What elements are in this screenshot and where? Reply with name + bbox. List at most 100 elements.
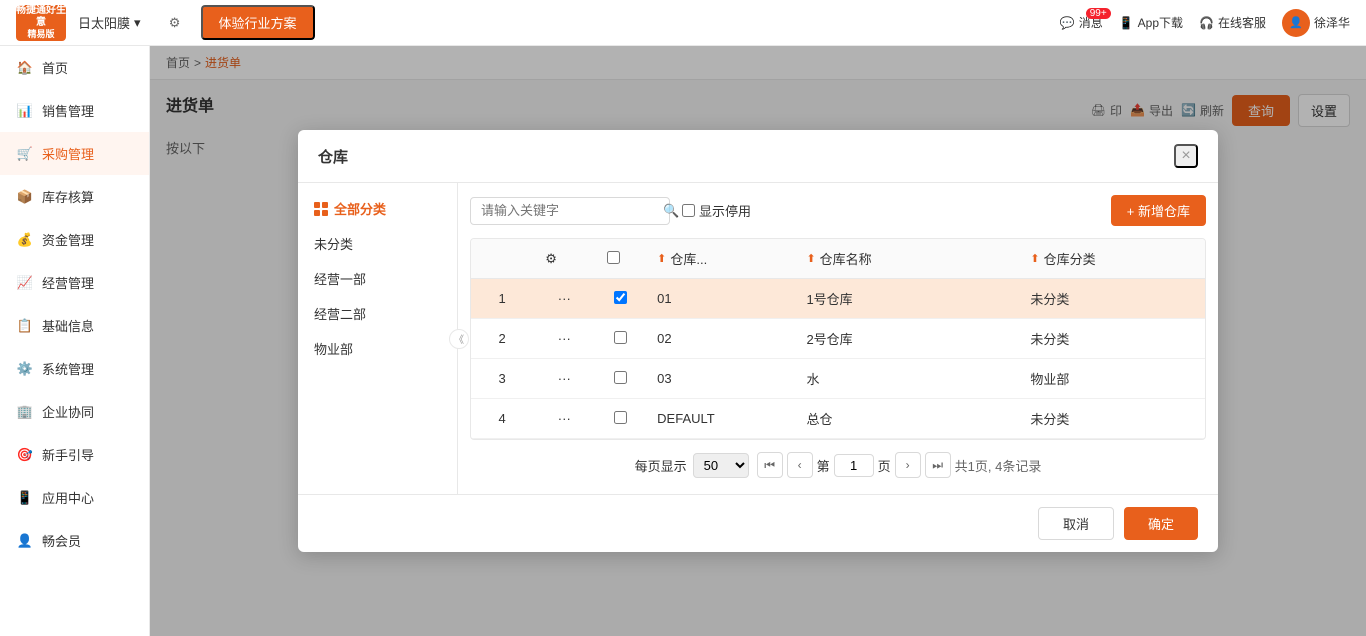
row-checkbox[interactable] <box>595 399 645 439</box>
cancel-button[interactable]: 取消 <box>1038 507 1114 540</box>
next-page-button[interactable]: › <box>895 452 921 478</box>
bell-icon: 💬 <box>1060 16 1075 30</box>
row-actions[interactable]: ··· <box>533 359 595 399</box>
search-input[interactable] <box>481 203 657 218</box>
sales-icon: 📊 <box>16 102 34 120</box>
sidebar-label-sales: 销售管理 <box>42 101 94 120</box>
sidebar-item-guide[interactable]: 🎯 新手引导 <box>0 433 149 476</box>
download-icon: 📱 <box>1119 16 1134 30</box>
row-checkbox[interactable] <box>595 319 645 359</box>
headset-icon: 🎧 <box>1199 16 1214 30</box>
category-panel: 全部分类 未分类 经营一部 经营二部 物业部 《 <box>298 183 458 494</box>
row-checkbox[interactable] <box>595 279 645 319</box>
sort-icon-cat[interactable]: ⬆ <box>1030 252 1039 265</box>
collapse-panel-button[interactable]: 《 <box>449 329 469 349</box>
online-service-label: 在线客服 <box>1218 14 1266 31</box>
row-index: 4 <box>471 399 533 439</box>
row-checkbox[interactable] <box>595 359 645 399</box>
col-header-gear: ⚙ <box>533 239 595 279</box>
store-selector[interactable]: 日太阳膜 ▾ <box>78 13 145 32</box>
sidebar-item-inventory[interactable]: 📦 库存核算 <box>0 175 149 218</box>
row-actions[interactable]: ··· <box>533 279 595 319</box>
category-header[interactable]: 全部分类 <box>298 191 457 226</box>
page-prefix: 第 <box>817 456 830 475</box>
inventory-icon: 📦 <box>16 188 34 206</box>
page-number-input[interactable] <box>834 454 874 477</box>
add-warehouse-button[interactable]: + 新增仓库 <box>1111 195 1206 226</box>
grid-icon <box>314 202 328 216</box>
sidebar-label-appcenter: 应用中心 <box>42 488 94 507</box>
table-row[interactable]: 3 ··· 03 水 物业部 <box>471 359 1205 399</box>
col-label-category: 仓库分类 <box>1044 249 1096 268</box>
sort-icon-name[interactable]: ⬆ <box>806 252 815 265</box>
row-code: 02 <box>645 319 794 359</box>
sort-icon-code[interactable]: ⬆ <box>657 252 666 265</box>
per-page-label: 每页显示 <box>635 456 687 475</box>
row-actions[interactable]: ··· <box>533 399 595 439</box>
table-row[interactable]: 4 ··· DEFAULT 总仓 未分类 <box>471 399 1205 439</box>
search-icon[interactable]: 🔍 <box>663 203 679 219</box>
row-category: 未分类 <box>1018 279 1205 319</box>
row-code: 01 <box>645 279 794 319</box>
app-download-button[interactable]: 📱 App下载 <box>1119 14 1183 31</box>
notifications-button[interactable]: 💬 消息 99+ <box>1060 14 1103 31</box>
page-navigation: ⏮ ‹ 第 页 › ⏭ 共1页, 4条记录 <box>757 452 1042 478</box>
category-item-unclassified[interactable]: 未分类 <box>298 226 457 261</box>
category-item-dept1[interactable]: 经营一部 <box>298 261 457 296</box>
warehouse-table: ⚙ ⬆ 仓库... <box>470 238 1206 440</box>
category-item-property[interactable]: 物业部 <box>298 331 457 366</box>
online-service-button[interactable]: 🎧 在线客服 <box>1199 14 1266 31</box>
table-row[interactable]: 2 ··· 02 2号仓库 未分类 <box>471 319 1205 359</box>
sidebar-item-system[interactable]: ⚙️ 系统管理 <box>0 347 149 390</box>
sidebar-item-sales[interactable]: 📊 销售管理 <box>0 89 149 132</box>
table-row[interactable]: 1 ··· 01 1号仓库 未分类 <box>471 279 1205 319</box>
prev-page-button[interactable]: ‹ <box>787 452 813 478</box>
sidebar-item-member[interactable]: 👤 畅会员 <box>0 519 149 562</box>
user-menu[interactable]: 👤 徐泽华 <box>1282 9 1350 37</box>
row-name: 总仓 <box>794 399 1018 439</box>
modal-overlay: 仓库 × 全部分类 未分类 经营一部 <box>150 46 1366 636</box>
search-box: 🔍 <box>470 197 670 225</box>
select-all-checkbox[interactable] <box>607 251 620 264</box>
avatar-icon: 👤 <box>1289 16 1303 29</box>
sidebar-item-basic[interactable]: 📋 基础信息 <box>0 304 149 347</box>
settings-icon[interactable]: ⚙ <box>161 9 189 37</box>
row-actions[interactable]: ··· <box>533 319 595 359</box>
app-logo: 畅捷通好生意 精易版 <box>16 5 66 41</box>
category-header-label: 全部分类 <box>334 199 386 218</box>
sidebar-item-purchase[interactable]: 🛒 采购管理 <box>0 132 149 175</box>
modal-close-button[interactable]: × <box>1174 144 1198 168</box>
col-header-name: ⬆ 仓库名称 <box>794 239 1018 279</box>
col-header-check <box>595 239 645 279</box>
enterprise-icon: 🏢 <box>16 403 34 421</box>
last-page-button[interactable]: ⏭ <box>925 452 951 478</box>
col-label-name: 仓库名称 <box>820 249 872 268</box>
sidebar-item-business[interactable]: 📈 经营管理 <box>0 261 149 304</box>
page-suffix: 页 <box>878 456 891 475</box>
sidebar-item-appcenter[interactable]: 📱 应用中心 <box>0 476 149 519</box>
topbar-right: 💬 消息 99+ 📱 App下载 🎧 在线客服 👤 徐泽华 <box>1060 9 1350 37</box>
modal-body: 全部分类 未分类 经营一部 经营二部 物业部 《 <box>298 183 1218 494</box>
category-item-dept2[interactable]: 经营二部 <box>298 296 457 331</box>
table-toolbar: 🔍 显示停用 + 新增仓库 <box>470 195 1206 226</box>
total-info: 共1页, 4条记录 <box>955 456 1042 475</box>
modal-footer: 取消 确定 <box>298 494 1218 552</box>
main-layout: 🏠 首页 📊 销售管理 🛒 采购管理 📦 库存核算 💰 资金管理 📈 经营管理 … <box>0 46 1366 636</box>
col-label-code: 仓库... <box>670 249 707 268</box>
trial-button[interactable]: 体验行业方案 <box>201 5 315 40</box>
first-page-button[interactable]: ⏮ <box>757 452 783 478</box>
sidebar-label-member: 畅会员 <box>42 531 81 550</box>
store-name: 日太阳膜 <box>78 13 130 32</box>
guide-icon: 🎯 <box>16 446 34 464</box>
sidebar-item-enterprise[interactable]: 🏢 企业协同 <box>0 390 149 433</box>
sidebar-item-finance[interactable]: 💰 资金管理 <box>0 218 149 261</box>
pagination: 每页显示 50 20 100 ⏮ ‹ 第 <box>470 440 1206 482</box>
sidebar-item-home[interactable]: 🏠 首页 <box>0 46 149 89</box>
show-disabled-input[interactable] <box>682 204 695 217</box>
show-disabled-label: 显示停用 <box>699 201 751 220</box>
col-header-category: ⬆ 仓库分类 <box>1018 239 1205 279</box>
confirm-button[interactable]: 确定 <box>1124 507 1198 540</box>
show-disabled-checkbox[interactable]: 显示停用 <box>682 201 751 220</box>
per-page-select[interactable]: 50 20 100 <box>693 453 749 478</box>
business-icon: 📈 <box>16 274 34 292</box>
